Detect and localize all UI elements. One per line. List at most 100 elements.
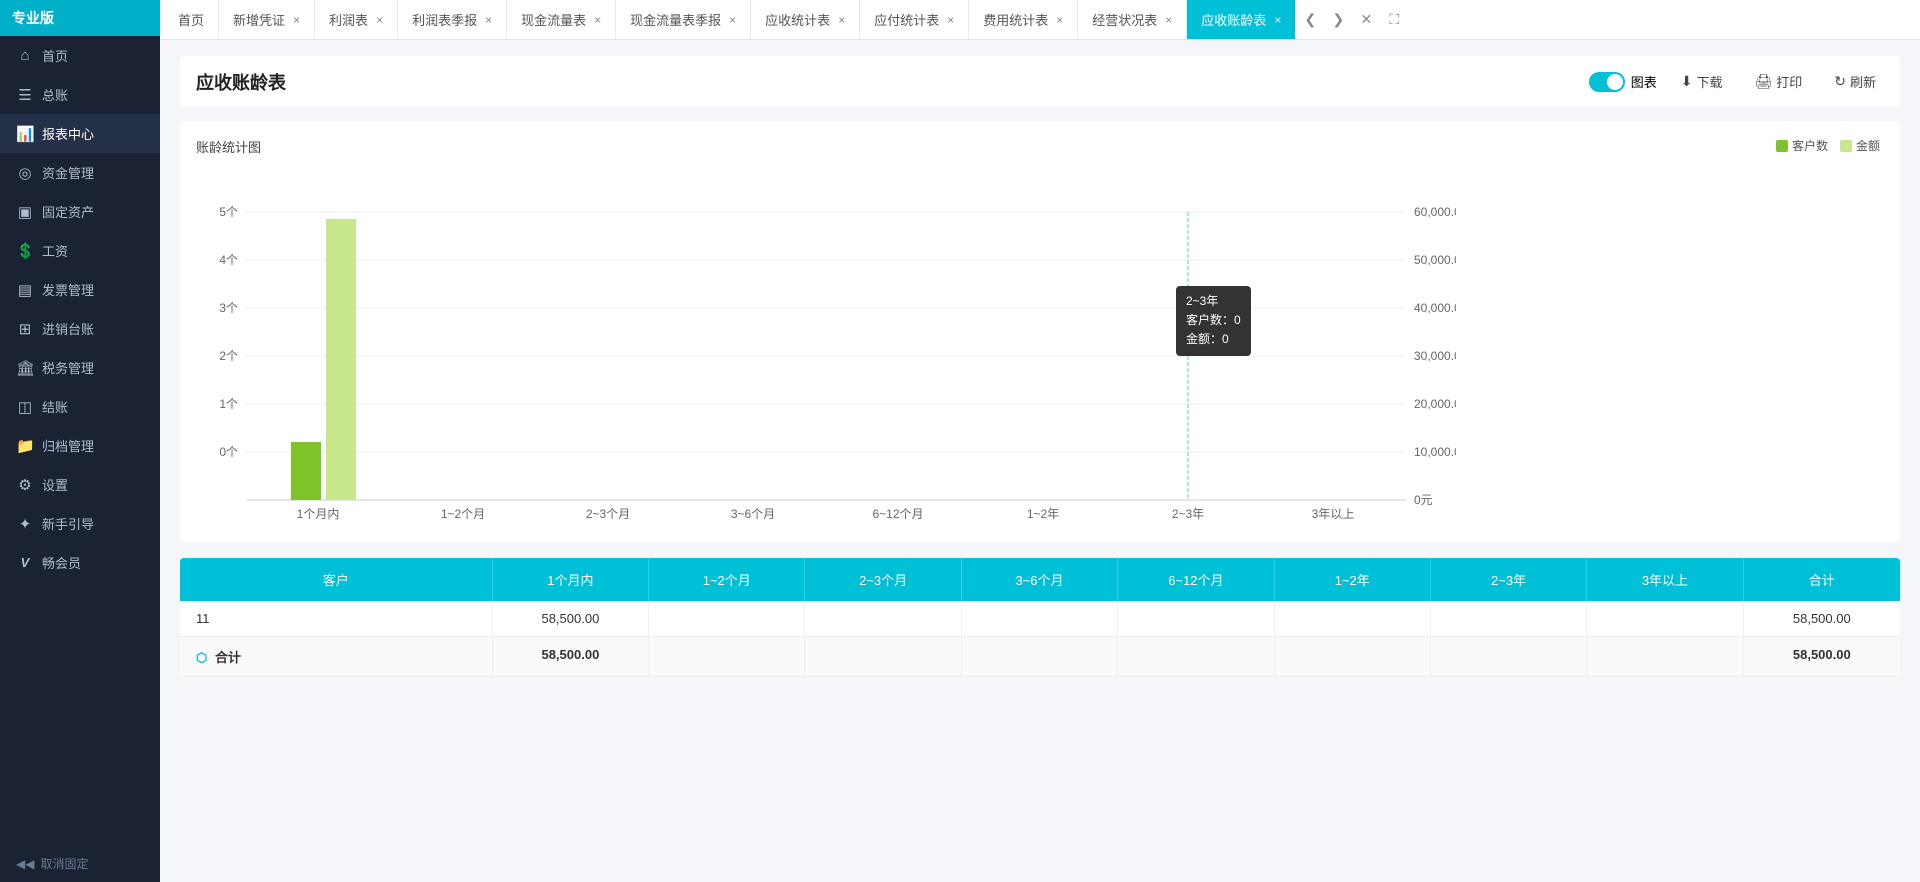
col-header-m23: 2~3个月 [805,558,961,601]
stockbook-icon: ⊞ [16,320,34,338]
tab-receivable-stat[interactable]: 应收统计表 × [751,0,860,40]
legend-customer-label: 客户数 [1792,137,1828,154]
page-title: 应收账龄表 [196,69,286,95]
tab-payable-stat-close[interactable]: × [947,13,954,27]
col-header-m612: 6~12个月 [1118,558,1274,601]
sidebar-item-tax[interactable]: 🏛 税务管理 [0,348,160,387]
legend-amount-color [1840,140,1852,152]
asset-icon: ▣ [16,203,34,221]
total-m36 [962,637,1118,676]
tab-profit-quarter-close[interactable]: × [485,13,492,27]
svg-text:1个月内: 1个月内 [297,507,340,521]
cell-m23 [805,601,961,636]
chart-svg: 5个 4个 3个 2个 1个 0个 60,000.00元 50,000.00元 … [196,166,1456,526]
sidebar-item-vip[interactable]: V 畅会员 [0,543,160,582]
sidebar-item-settings[interactable]: ⚙ 设置 [0,465,160,504]
bar-1m-amount [326,219,356,500]
svg-text:5个: 5个 [219,205,238,219]
tab-home-label: 首页 [178,10,204,29]
legend-amount: 金额 [1840,137,1880,154]
tab-profit-close[interactable]: × [376,13,383,27]
tab-payable-stat-label: 应付统计表 [874,10,939,29]
fund-icon: ◎ [16,164,34,182]
tab-profit[interactable]: 利润表 × [315,0,398,40]
total-label: ⬡ 合计 [180,637,493,676]
tab-ar-aging[interactable]: 应收账龄表 × [1187,0,1296,40]
sidebar-item-ledger[interactable]: ☰ 总账 [0,75,160,114]
sidebar-item-home[interactable]: ⌂ 首页 [0,36,160,75]
chart-toggle-label: 图表 [1631,72,1657,91]
sidebar-item-label: 设置 [42,475,68,494]
tab-fullscreen-btn[interactable]: ⛶ [1380,0,1408,40]
total-m1: 58,500.00 [493,637,649,676]
svg-text:1个: 1个 [219,397,238,411]
tab-receivable-stat-close[interactable]: × [838,13,845,27]
svg-text:4个: 4个 [219,253,238,267]
print-button[interactable]: 🖨 打印 [1746,68,1810,95]
tab-cashflow-close[interactable]: × [594,13,601,27]
page-header: 应收账龄表 图表 ⬇ 下载 🖨 打印 ↻ 刷新 [180,56,1900,107]
total-m12 [649,637,805,676]
cell-m12 [649,601,805,636]
sidebar-item-stockbook[interactable]: ⊞ 进销台账 [0,309,160,348]
sidebar-item-fund[interactable]: ◎ 资金管理 [0,153,160,192]
sidebar-item-close[interactable]: ◫ 结账 [0,387,160,426]
tab-expense-stat-label: 费用统计表 [983,10,1048,29]
unpin-label: 取消固定 [40,855,88,872]
tab-home[interactable]: 首页 [164,0,219,40]
col-header-total: 合计 [1744,558,1900,601]
tab-biz-status[interactable]: 经营状况表 × [1078,0,1187,40]
ledger-icon: ☰ [16,86,34,104]
unpin-button[interactable]: ◀◀ 取消固定 [0,845,160,882]
tab-ar-aging-close[interactable]: × [1274,13,1281,27]
svg-text:2个: 2个 [219,349,238,363]
header-actions: 图表 ⬇ 下载 🖨 打印 ↻ 刷新 [1589,68,1884,95]
page-content: 应收账龄表 图表 ⬇ 下载 🖨 打印 ↻ 刷新 [160,40,1920,882]
svg-text:10,000.00元: 10,000.00元 [1414,445,1456,459]
sidebar-item-label: 固定资产 [42,202,94,221]
tab-profit-quarter-label: 利润表季报 [412,10,477,29]
tab-voucher[interactable]: 新增凭证 × [219,0,315,40]
toggle-track[interactable] [1589,72,1625,92]
sidebar-item-salary[interactable]: 💲 工资 [0,231,160,270]
sidebar-item-label: 畅会员 [42,553,81,572]
sidebar-item-asset[interactable]: ▣ 固定资产 [0,192,160,231]
sidebar-item-label: 工资 [42,241,68,260]
total-y12 [1275,637,1431,676]
tab-cashflow-quarter-close[interactable]: × [729,13,736,27]
svg-text:0个: 0个 [219,445,238,459]
tab-expense-stat-close[interactable]: × [1056,13,1063,27]
svg-text:2~3个月: 2~3个月 [586,507,630,521]
refresh-button[interactable]: ↻ 刷新 [1826,68,1884,95]
close-account-icon: ◫ [16,398,34,416]
tab-payable-stat[interactable]: 应付统计表 × [860,0,969,40]
svg-text:0元: 0元 [1414,493,1433,507]
chart-toggle[interactable]: 图表 [1589,72,1657,92]
tab-cashflow[interactable]: 现金流量表 × [507,0,616,40]
sidebar-item-label: 进销台账 [42,319,94,338]
tab-next-btn[interactable]: ❯ [1324,0,1352,40]
settings-icon: ⚙ [16,476,34,494]
svg-text:50,000.00元: 50,000.00元 [1414,253,1456,267]
cell-m36 [962,601,1118,636]
refresh-label: 刷新 [1850,72,1876,91]
sidebar-item-label: 发票管理 [42,280,94,299]
tab-prev-btn[interactable]: ❮ [1296,0,1324,40]
report-icon: 📊 [16,125,34,143]
tab-profit-quarter[interactable]: 利润表季报 × [398,0,507,40]
tab-biz-status-close[interactable]: × [1165,13,1172,27]
sidebar-item-invoice[interactable]: ▤ 发票管理 [0,270,160,309]
app-logo: 专业版 [0,0,160,36]
sidebar-item-guide[interactable]: ✦ 新手引导 [0,504,160,543]
sidebar-item-label: 新手引导 [42,514,94,533]
tab-close-all-btn[interactable]: ✕ [1352,0,1380,40]
salary-icon: 💲 [16,242,34,260]
total-m23 [805,637,961,676]
tab-cashflow-quarter[interactable]: 现金流量表季报 × [616,0,751,40]
tab-expense-stat[interactable]: 费用统计表 × [969,0,1078,40]
download-button[interactable]: ⬇ 下载 [1673,68,1731,95]
tab-voucher-close[interactable]: × [293,13,300,27]
sidebar-item-archive[interactable]: 📁 归档管理 [0,426,160,465]
sidebar-item-report[interactable]: 📊 报表中心 [0,114,160,153]
data-table: 客户 1个月内 1~2个月 2~3个月 3~6个月 6~12个月 1~2年 2~… [180,558,1900,677]
